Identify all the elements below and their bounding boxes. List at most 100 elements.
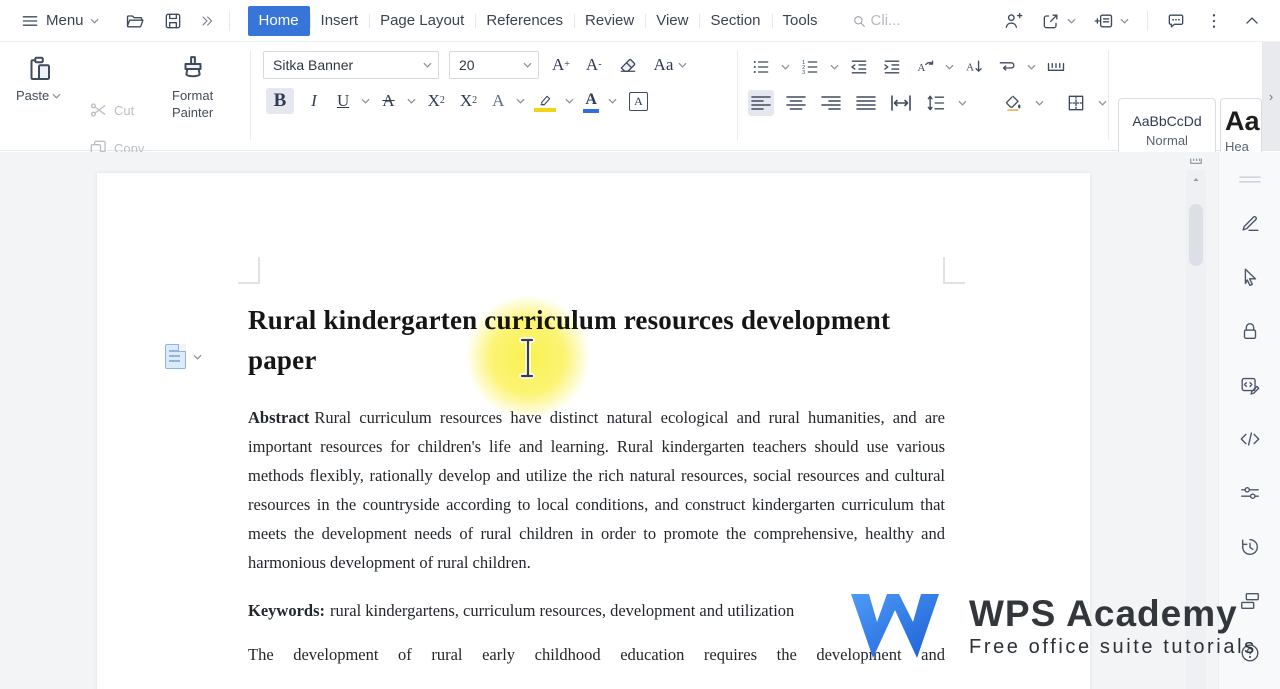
justify-button[interactable] xyxy=(853,90,879,116)
chevron-down-icon[interactable] xyxy=(516,98,525,104)
chevron-down-icon[interactable] xyxy=(1035,100,1044,106)
font-size-combo[interactable]: 20 xyxy=(449,51,539,79)
decrease-indent-button[interactable] xyxy=(846,54,872,80)
paste-button[interactable]: Paste xyxy=(16,54,61,104)
view-code-button[interactable] xyxy=(1235,424,1265,454)
keywords-text: rural kindergartens, curriculum resource… xyxy=(330,601,795,620)
switch-window-button[interactable] xyxy=(1094,11,1129,31)
tab-home[interactable]: Home xyxy=(247,5,310,36)
borders-button[interactable] xyxy=(1063,90,1089,116)
open-file-button[interactable] xyxy=(125,11,145,31)
share-button[interactable] xyxy=(1041,11,1076,31)
select-tool-button[interactable] xyxy=(1235,262,1265,292)
chevron-down-icon[interactable] xyxy=(52,93,61,99)
chevron-down-icon[interactable] xyxy=(608,98,617,104)
align-left-button[interactable] xyxy=(748,90,774,116)
chevron-down-icon[interactable] xyxy=(361,98,370,104)
command-search-box[interactable]: Cli... xyxy=(851,12,901,29)
chevron-down-icon[interactable] xyxy=(523,62,532,68)
chevron-down-icon[interactable] xyxy=(407,98,416,104)
bold-glyph: B xyxy=(273,90,287,111)
abstract-paragraph[interactable]: Abstract Rural curriculum resources have … xyxy=(248,403,945,577)
chevron-down-icon[interactable] xyxy=(958,100,967,106)
chevron-down-icon[interactable] xyxy=(1120,18,1129,24)
bullet-list-button[interactable] xyxy=(748,54,774,80)
expand-chevron: › xyxy=(1268,88,1274,104)
tab-tools[interactable]: Tools xyxy=(771,6,829,36)
tab-review[interactable]: Review xyxy=(574,6,645,36)
main-menu-button[interactable]: Menu xyxy=(20,11,99,31)
tab-section[interactable]: Section xyxy=(699,6,771,36)
decrease-font-button[interactable]: A- xyxy=(583,52,605,78)
topbar-divider xyxy=(228,10,230,31)
increase-font-button[interactable]: A + xyxy=(549,52,573,78)
protect-document-button[interactable] xyxy=(1235,316,1265,346)
tab-view[interactable]: View xyxy=(645,6,699,36)
format-painter-button[interactable]: Format Painter xyxy=(172,54,213,121)
document-title[interactable]: Rural kindergarten curriculum resources … xyxy=(248,300,945,380)
chevron-down-icon[interactable] xyxy=(1067,18,1076,24)
scroll-up-arrow-icon[interactable] xyxy=(1190,174,1202,186)
increase-indent-button[interactable] xyxy=(879,54,905,80)
line-spacing-button[interactable] xyxy=(923,90,949,116)
sort-button[interactable]: A xyxy=(961,54,987,80)
more-options-button[interactable] xyxy=(1204,11,1224,31)
strikethrough-button[interactable]: A xyxy=(379,88,397,114)
chevron-down-icon[interactable] xyxy=(945,64,954,70)
text-cursor-ibeam xyxy=(519,337,535,379)
change-case-button[interactable]: Aa xyxy=(651,52,690,78)
italic-button[interactable]: I xyxy=(303,88,325,114)
collapse-ribbon-button[interactable] xyxy=(1242,11,1262,31)
settings-sliders-button[interactable] xyxy=(1235,478,1265,508)
underline-button[interactable]: U xyxy=(334,88,352,114)
chevron-down-icon[interactable] xyxy=(423,62,432,68)
chevron-down-icon[interactable] xyxy=(678,62,687,68)
body-paragraph[interactable]: The development of rural early childhood… xyxy=(248,640,945,669)
scissors-icon xyxy=(90,103,106,117)
tab-insert[interactable]: Insert xyxy=(309,6,370,36)
font-color-button[interactable]: A xyxy=(583,90,599,113)
tab-references[interactable]: References xyxy=(475,6,574,36)
character-border-button[interactable]: A xyxy=(626,89,651,114)
chevron-down-icon[interactable] xyxy=(781,64,790,70)
text-effects-button[interactable]: A xyxy=(489,88,507,114)
indent-icon xyxy=(884,60,900,74)
character-scale-button[interactable] xyxy=(1043,54,1069,80)
history-version-button[interactable] xyxy=(1235,532,1265,562)
shading-button[interactable] xyxy=(1000,90,1026,116)
distribute-button[interactable] xyxy=(888,90,914,116)
chevron-down-icon[interactable] xyxy=(830,64,839,70)
feedback-button[interactable] xyxy=(1166,11,1186,31)
styles-gallery-expand[interactable]: › xyxy=(1262,42,1280,150)
wrap-marks-button[interactable] xyxy=(994,54,1020,80)
superscript-button[interactable]: X2 xyxy=(425,88,448,114)
keywords-paragraph[interactable]: Keywords: rural kindergartens, curriculum… xyxy=(248,596,945,625)
scrollbar-thumb[interactable] xyxy=(1189,204,1203,266)
quick-access-more-button[interactable] xyxy=(199,13,215,29)
share-user-button[interactable] xyxy=(1003,11,1023,31)
edit-fields-button[interactable] xyxy=(1235,370,1265,400)
subscript-button[interactable]: X2 xyxy=(457,88,480,114)
ruler-toggle-button[interactable] xyxy=(1186,153,1206,169)
align-right-button[interactable] xyxy=(818,90,844,116)
font-name-combo[interactable]: Sitka Banner xyxy=(263,51,439,79)
highlight-color-button[interactable] xyxy=(534,90,557,112)
align-center-button[interactable] xyxy=(783,90,809,116)
text-direction-button[interactable]: A xyxy=(912,54,938,80)
clear-formatting-button[interactable] xyxy=(615,52,641,78)
align-right-icon xyxy=(821,96,841,110)
font-size-value: 20 xyxy=(459,57,475,73)
chevron-down-icon[interactable] xyxy=(193,354,202,360)
save-button[interactable] xyxy=(163,11,183,31)
chevron-down-icon[interactable] xyxy=(1027,64,1036,70)
bold-button[interactable]: B xyxy=(266,88,294,114)
cut-button[interactable]: Cut xyxy=(88,100,134,120)
chevron-down-icon[interactable] xyxy=(1098,100,1107,106)
plus-glyph: + xyxy=(564,59,570,70)
tab-page-layout[interactable]: Page Layout xyxy=(369,6,475,36)
chevron-down-icon[interactable] xyxy=(565,98,574,104)
numbered-list-button[interactable]: 123 xyxy=(797,54,823,80)
ink-annotate-button[interactable] xyxy=(1235,208,1265,238)
sidebar-drag-handle[interactable] xyxy=(1235,164,1265,194)
margin-page-options[interactable] xyxy=(165,344,202,369)
